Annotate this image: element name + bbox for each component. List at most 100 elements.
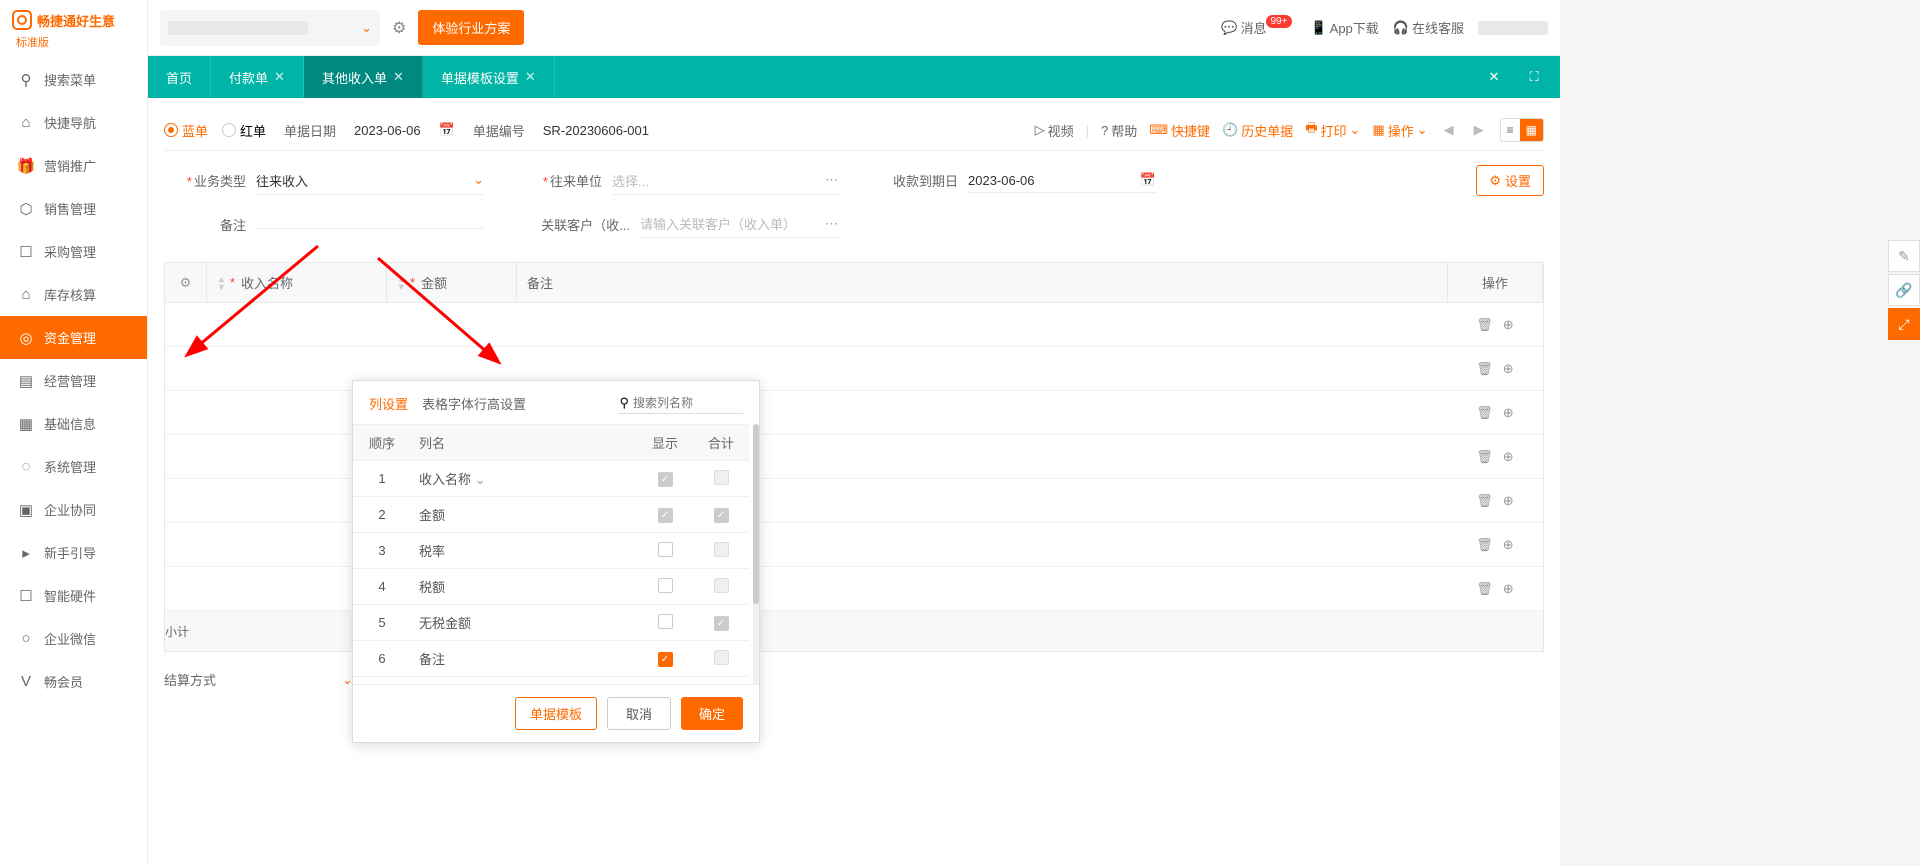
copy-icon[interactable]: ⊕ [1503, 405, 1514, 421]
sidebar-item[interactable]: ◌ 系统管理 [0, 445, 147, 488]
operations-link[interactable]: ▦操作 ⌄ [1372, 121, 1427, 140]
table-row[interactable]: 🗑⊕ [165, 303, 1543, 347]
tab[interactable]: 付款单✕ [211, 56, 304, 98]
template-button[interactable]: 单据模板 [515, 697, 597, 730]
nav-icon: ⚲ [18, 72, 34, 88]
delete-icon[interactable]: 🗑 [1476, 493, 1493, 509]
service-link[interactable]: 🎧 在线客服 [1393, 18, 1464, 37]
copy-icon[interactable]: ⊕ [1503, 361, 1514, 377]
popup-search[interactable]: ⚲ [619, 393, 743, 414]
promo-button[interactable]: 体验行业方案 [418, 10, 524, 45]
rel-customer-field: 关联客户（收... 请输入关联客户（收入单） ⋯ [520, 210, 840, 238]
nav-label: 系统管理 [44, 457, 96, 476]
popup-col-name: 列名 [411, 433, 637, 452]
cancel-button[interactable]: 取消 [607, 697, 671, 730]
more-icon: ⋯ [825, 172, 840, 188]
close-icon[interactable]: ✕ [525, 69, 536, 85]
popup-tab-columns[interactable]: 列设置 [369, 394, 408, 413]
col-income-name[interactable]: ▲▼ *收入名称 [207, 263, 387, 302]
sidebar-item[interactable]: ▸新手引导 [0, 531, 147, 574]
prev-page[interactable]: ◀ [1440, 122, 1458, 138]
shortcut-link[interactable]: ⌨快捷键 [1149, 121, 1210, 140]
messages-link[interactable]: 💬 消息 99+ [1221, 18, 1296, 37]
settle-method[interactable]: 结算方式 ⌄ [164, 670, 353, 689]
date-value[interactable]: 2023-06-06 [354, 123, 421, 138]
sidebar-item[interactable]: ▤经营管理 [0, 359, 147, 402]
nav-icon: ◌ [18, 459, 34, 475]
nav-icon: ▸ [18, 545, 34, 561]
sidebar-item[interactable]: V畅会员 [0, 660, 147, 703]
view-toggle[interactable]: ≡ ▦ [1500, 118, 1544, 142]
copy-icon[interactable]: ⊕ [1503, 581, 1514, 597]
rel-customer-input[interactable]: 请输入关联客户（收入单） ⋯ [640, 210, 840, 238]
org-name-placeholder [168, 21, 308, 35]
user-placeholder [1478, 21, 1548, 35]
checkbox-icon [714, 650, 729, 665]
sidebar-item[interactable]: ◎资金管理 [0, 316, 147, 359]
radio-blue[interactable]: 蓝单 [164, 121, 208, 140]
delete-icon[interactable]: 🗑 [1476, 537, 1493, 553]
close-icon[interactable]: ✕ [274, 69, 285, 85]
sidebar-item[interactable]: ⌂快捷导航 [0, 101, 147, 144]
popup-tab-font[interactable]: 表格字体行高设置 [422, 394, 526, 413]
sidebar-item[interactable]: ▦基础信息 [0, 402, 147, 445]
remark-input[interactable] [256, 220, 484, 229]
next-page[interactable]: ▶ [1470, 122, 1488, 138]
side-tool-1[interactable]: ✎ [1888, 240, 1920, 272]
copy-icon[interactable]: ⊕ [1503, 449, 1514, 465]
due-date-input[interactable]: 2023-06-06 📅 [968, 168, 1156, 193]
grid-settings-icon[interactable]: ⚙ [165, 263, 207, 302]
tab-expand[interactable]: ⛶ [1516, 59, 1552, 95]
sidebar-item[interactable]: ▣企业协同 [0, 488, 147, 531]
tab[interactable]: 首页 [148, 56, 211, 98]
video-link[interactable]: ▷视频 [1035, 121, 1074, 140]
headset-icon: 🎧 [1393, 20, 1409, 36]
checkbox-icon[interactable] [658, 652, 673, 667]
sidebar-item[interactable]: ☐智能硬件 [0, 574, 147, 617]
gear-icon[interactable]: ⚙ [392, 18, 406, 38]
biz-type-select[interactable]: 往来收入 ⌄ [256, 167, 484, 195]
copy-icon[interactable]: ⊕ [1503, 537, 1514, 553]
close-icon[interactable]: ✕ [393, 69, 404, 85]
sidebar-item[interactable]: ☐采购管理 [0, 230, 147, 273]
tab-close-all[interactable]: ✕ [1476, 59, 1512, 95]
copy-icon[interactable]: ⊕ [1503, 493, 1514, 509]
org-selector[interactable]: ⌄ [160, 10, 380, 46]
calendar-icon[interactable]: 📅 [439, 122, 455, 138]
popup-search-input[interactable] [633, 396, 743, 410]
tab[interactable]: 单据模板设置✕ [423, 56, 555, 98]
radio-red[interactable]: 红单 [222, 121, 266, 140]
delete-icon[interactable]: 🗑 [1476, 405, 1493, 421]
side-tool-2[interactable]: 🔗 [1888, 274, 1920, 306]
help-link[interactable]: ?帮助 [1101, 121, 1137, 140]
chat-icon: 💬 [1221, 20, 1237, 36]
nav-icon: V [18, 674, 34, 690]
sidebar-item[interactable]: 🎁营销推广 [0, 144, 147, 187]
side-tool-expand[interactable]: ⤢ [1888, 308, 1920, 340]
copy-icon[interactable]: ⊕ [1503, 317, 1514, 333]
sidebar-item[interactable]: ⚲搜索菜单 [0, 58, 147, 101]
popup-scrollbar[interactable] [753, 424, 759, 684]
delete-icon[interactable]: 🗑 [1476, 581, 1493, 597]
delete-icon[interactable]: 🗑 [1476, 317, 1493, 333]
app-download-link[interactable]: 📱 App下载 [1310, 18, 1378, 37]
chevron-down-icon: ⌄ [473, 172, 484, 188]
delete-icon[interactable]: 🗑 [1476, 449, 1493, 465]
tab[interactable]: 其他收入单✕ [304, 56, 423, 98]
sidebar-item[interactable]: ○企业微信 [0, 617, 147, 660]
col-amount[interactable]: ▲▼ *金额 [387, 263, 517, 302]
delete-icon[interactable]: 🗑 [1476, 361, 1493, 377]
party-select[interactable]: 选择... ⋯ [612, 167, 840, 195]
checkbox-icon[interactable] [658, 578, 673, 593]
remark-field: 备注 [164, 215, 484, 234]
nav-label: 库存核算 [44, 285, 96, 304]
confirm-button[interactable]: 确定 [681, 697, 743, 730]
sidebar-item[interactable]: ⬡销售管理 [0, 187, 147, 230]
nav-label: 资金管理 [44, 328, 96, 347]
checkbox-icon[interactable] [658, 542, 673, 557]
sidebar-item[interactable]: ⌂库存核算 [0, 273, 147, 316]
history-link[interactable]: 🕘历史单据 [1222, 121, 1293, 140]
settings-button[interactable]: ⚙ 设置 [1476, 165, 1544, 196]
print-link[interactable]: 🖶打印 ⌄ [1305, 119, 1360, 141]
checkbox-icon[interactable] [658, 614, 673, 629]
